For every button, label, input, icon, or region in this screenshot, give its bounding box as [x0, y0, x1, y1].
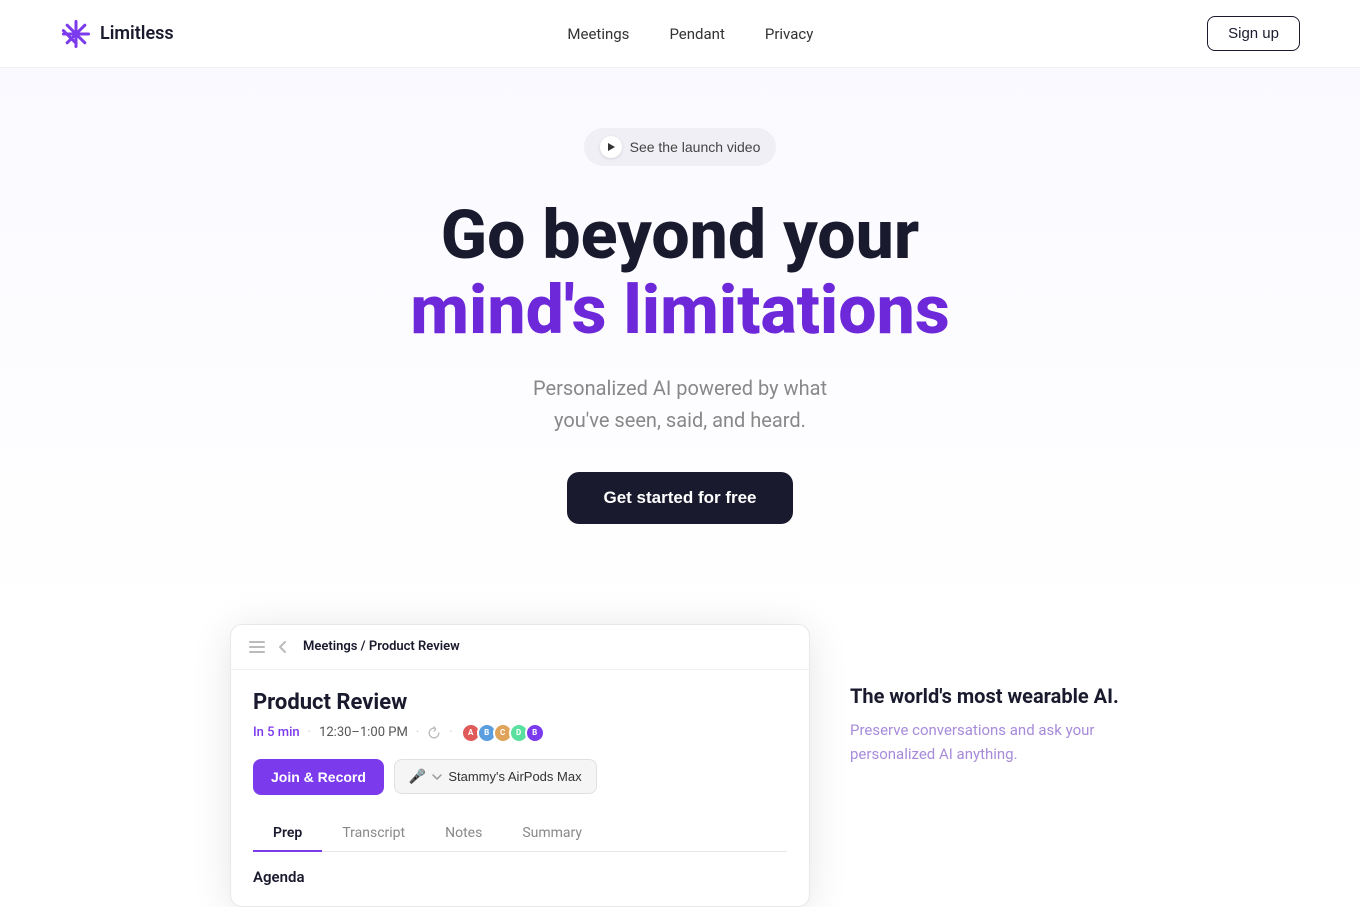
- meeting-avatars: A B C D B: [461, 723, 545, 743]
- side-text-subheading: Preserve conversations and ask your pers…: [850, 718, 1130, 766]
- hero-section: See the launch video Go beyond your mind…: [0, 68, 1360, 624]
- meta-dot-1: ·: [308, 725, 311, 740]
- meeting-time-range: 12:30–1:00 PM: [319, 725, 408, 740]
- signup-button[interactable]: Sign up: [1207, 16, 1300, 51]
- meta-dot-2: ·: [416, 725, 419, 740]
- meeting-tabs: Prep Transcript Notes Summary: [253, 815, 787, 852]
- logo-link[interactable]: Limitless: [60, 18, 174, 50]
- mockup-topbar: Meetings / Product Review: [231, 625, 809, 670]
- nav-meetings[interactable]: Meetings: [567, 25, 629, 43]
- mic-label: Stammy's AirPods Max: [448, 769, 581, 784]
- launch-video-label: See the launch video: [630, 139, 761, 155]
- topbar-icons: [249, 639, 291, 655]
- play-icon: [600, 136, 622, 158]
- logo-icon: [60, 18, 92, 50]
- hero-subtext-line1: Personalized AI powered by what: [533, 376, 827, 400]
- breadcrumb-prefix: Meetings /: [303, 639, 366, 654]
- hero-subtext: Personalized AI powered by what you've s…: [533, 372, 827, 436]
- headline-line1: Go beyond your: [441, 195, 919, 275]
- mic-icon: 🎤: [409, 768, 426, 785]
- meeting-actions: Join & Record 🎤 Stammy's AirPods Max: [253, 759, 787, 795]
- mockup-content: Product Review In 5 min · 12:30–1:00 PM …: [231, 670, 809, 906]
- tab-transcript[interactable]: Transcript: [322, 815, 425, 851]
- tab-prep[interactable]: Prep: [253, 815, 322, 851]
- navbar: Limitless Meetings Pendant Privacy Sign …: [0, 0, 1360, 68]
- logo-text: Limitless: [100, 23, 174, 44]
- hero-headline: Go beyond your mind's limitations: [410, 198, 949, 348]
- join-record-button[interactable]: Join & Record: [253, 759, 384, 795]
- get-started-button[interactable]: Get started for free: [567, 472, 792, 524]
- launch-video-button[interactable]: See the launch video: [584, 128, 777, 166]
- tab-notes[interactable]: Notes: [425, 815, 502, 851]
- avatar-5: B: [525, 723, 545, 743]
- back-icon: [275, 639, 291, 655]
- nav-privacy[interactable]: Privacy: [765, 25, 813, 43]
- breadcrumb-active: Product Review: [369, 639, 460, 654]
- side-text: The world's most wearable AI. Preserve c…: [850, 624, 1130, 766]
- side-text-heading: The world's most wearable AI.: [850, 684, 1130, 708]
- preview-section: Meetings / Product Review Product Review…: [0, 624, 1360, 907]
- meta-dot-3: ·: [449, 725, 452, 740]
- sync-icon: [427, 726, 441, 740]
- meeting-title: Product Review: [253, 690, 787, 715]
- meeting-time-in: In 5 min: [253, 725, 300, 740]
- headline-line2: mind's limitations: [410, 270, 949, 350]
- microphone-button[interactable]: 🎤 Stammy's AirPods Max: [394, 759, 597, 794]
- tab-summary[interactable]: Summary: [502, 815, 602, 851]
- meeting-meta: In 5 min · 12:30–1:00 PM · · A B C D B: [253, 723, 787, 743]
- breadcrumb: Meetings / Product Review: [303, 639, 460, 654]
- hero-subtext-line2: you've seen, said, and heard.: [554, 408, 806, 432]
- app-mockup: Meetings / Product Review Product Review…: [230, 624, 810, 907]
- nav-links: Meetings Pendant Privacy: [567, 24, 813, 43]
- agenda-label: Agenda: [253, 868, 787, 886]
- nav-pendant[interactable]: Pendant: [669, 25, 724, 43]
- chevron-down-small: [432, 774, 442, 780]
- menu-icon: [249, 639, 265, 655]
